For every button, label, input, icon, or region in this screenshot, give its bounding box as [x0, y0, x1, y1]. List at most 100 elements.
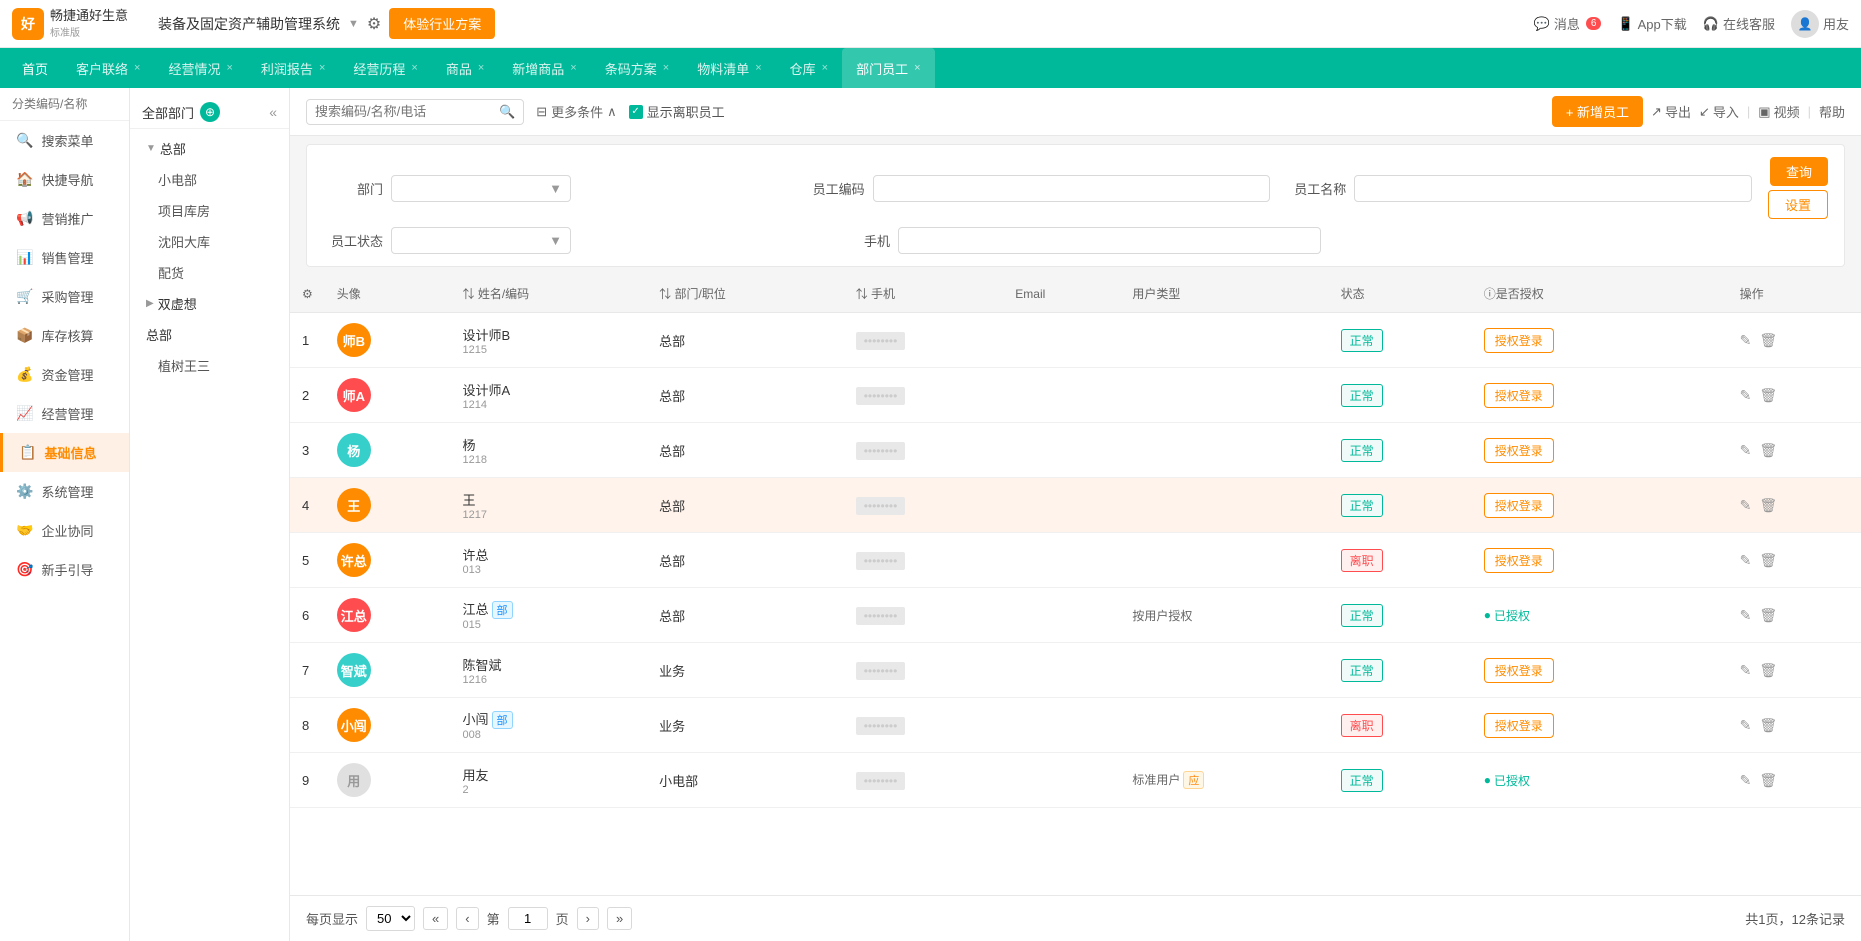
- sidebar-item-stock[interactable]: 📦库存核算: [0, 316, 129, 355]
- emp-status-select[interactable]: ▼: [391, 227, 571, 254]
- edit-icon[interactable]: ✎: [1740, 442, 1752, 459]
- tree-node-headquarters-parent[interactable]: ▼ 总部: [130, 133, 289, 164]
- sidebar-search-input[interactable]: [12, 97, 130, 111]
- delete-icon[interactable]: 🗑: [1759, 497, 1777, 514]
- tab-add-goods[interactable]: 新增商品 ×: [498, 48, 590, 88]
- edit-icon[interactable]: ✎: [1740, 552, 1752, 569]
- sidebar-item-purchase[interactable]: 🛒采购管理: [0, 277, 129, 316]
- reset-button[interactable]: 设置: [1768, 190, 1828, 219]
- tab-barcode[interactable]: 条码方案 ×: [591, 48, 683, 88]
- system-dropdown-arrow[interactable]: ▼: [348, 18, 359, 30]
- search-icon[interactable]: 🔍: [499, 104, 515, 120]
- edit-icon[interactable]: ✎: [1740, 607, 1752, 624]
- col-name[interactable]: ⇅ 姓名/编码: [451, 275, 648, 313]
- sidebar-item-search[interactable]: 🔍搜索菜单: [0, 121, 129, 160]
- delete-icon[interactable]: 🗑: [1759, 442, 1777, 459]
- delete-icon[interactable]: 🗑: [1759, 552, 1777, 569]
- tree-node-dual[interactable]: ▶ 双虚想: [130, 288, 289, 319]
- tab-customer[interactable]: 客户联络 ×: [62, 48, 154, 88]
- export-btn[interactable]: ↗ 导出: [1651, 102, 1691, 121]
- auth-button[interactable]: 授权登录: [1484, 383, 1554, 408]
- tab-employees[interactable]: 部门员工 ×: [842, 48, 934, 88]
- sidebar-item-business[interactable]: 📈经营管理: [0, 394, 129, 433]
- close-icon[interactable]: ×: [478, 62, 484, 74]
- message-item[interactable]: 💬 消息 6: [1534, 14, 1602, 33]
- last-page-btn[interactable]: »: [607, 907, 632, 930]
- add-employee-button[interactable]: + 新增员工: [1552, 96, 1643, 127]
- tree-node-hq[interactable]: 总部: [130, 319, 289, 350]
- sidebar-item-marketing[interactable]: 📢营销推广: [0, 199, 129, 238]
- prev-page-btn[interactable]: ‹: [456, 907, 478, 930]
- tree-node-xiaodian[interactable]: 小电部: [142, 164, 289, 195]
- help-btn[interactable]: 帮助: [1819, 102, 1845, 121]
- app-download-item[interactable]: 📱 App下载: [1617, 14, 1686, 33]
- auth-button[interactable]: 授权登录: [1484, 713, 1554, 738]
- auth-button[interactable]: 授权登录: [1484, 328, 1554, 353]
- sidebar-item-basic[interactable]: 📋基础信息: [0, 433, 129, 472]
- tab-home[interactable]: 首页: [8, 48, 62, 88]
- close-icon[interactable]: ×: [134, 62, 140, 74]
- tab-bom[interactable]: 物料清单 ×: [683, 48, 775, 88]
- user-item[interactable]: 👤 用友: [1791, 10, 1849, 38]
- close-icon[interactable]: ×: [755, 62, 761, 74]
- close-icon[interactable]: ×: [663, 62, 669, 74]
- emp-code-input[interactable]: [873, 175, 1271, 202]
- show-resigned-toggle[interactable]: ✓ 显示离职员工: [629, 102, 725, 121]
- close-icon[interactable]: ×: [319, 62, 325, 74]
- delete-icon[interactable]: 🗑: [1759, 717, 1777, 734]
- sidebar-item-finance[interactable]: 💰资金管理: [0, 355, 129, 394]
- sidebar-item-nav[interactable]: 🏠快捷导航: [0, 160, 129, 199]
- phone-input[interactable]: [898, 227, 1321, 254]
- tab-warehouse[interactable]: 仓库 ×: [776, 48, 842, 88]
- edit-icon[interactable]: ✎: [1740, 497, 1752, 514]
- close-icon[interactable]: ×: [570, 62, 576, 74]
- query-button[interactable]: 查询: [1770, 157, 1828, 186]
- settings-icon[interactable]: ⚙: [367, 14, 381, 34]
- tab-goods[interactable]: 商品 ×: [432, 48, 498, 88]
- delete-icon[interactable]: 🗑: [1759, 662, 1777, 679]
- first-page-btn[interactable]: «: [423, 907, 448, 930]
- per-page-select[interactable]: 50: [366, 906, 415, 931]
- edit-icon[interactable]: ✎: [1740, 662, 1752, 679]
- tab-operation[interactable]: 经营情况 ×: [154, 48, 246, 88]
- more-filters-btn[interactable]: ⊟ 更多条件 ∧: [536, 102, 616, 121]
- tab-history[interactable]: 经营历程 ×: [339, 48, 431, 88]
- tree-node-shenyang[interactable]: 沈阳大库: [142, 226, 289, 257]
- auth-button[interactable]: 授权登录: [1484, 658, 1554, 683]
- tree-node-distribution[interactable]: 配货: [142, 257, 289, 288]
- auth-button[interactable]: 授权登录: [1484, 493, 1554, 518]
- trial-button[interactable]: 体验行业方案: [389, 8, 495, 39]
- emp-name-input[interactable]: [1354, 175, 1752, 202]
- view-btn[interactable]: ▣ 视频: [1758, 102, 1799, 121]
- delete-icon[interactable]: 🗑: [1759, 332, 1777, 349]
- sidebar-item-sales[interactable]: 📊销售管理: [0, 238, 129, 277]
- edit-icon[interactable]: ✎: [1740, 772, 1752, 789]
- online-service-item[interactable]: 🎧 在线客服: [1703, 14, 1775, 33]
- search-input[interactable]: [315, 104, 495, 119]
- import-btn[interactable]: ↙ 导入: [1699, 102, 1739, 121]
- tree-node-project[interactable]: 项目库房: [142, 195, 289, 226]
- auth-button[interactable]: 授权登录: [1484, 548, 1554, 573]
- close-icon[interactable]: ×: [226, 62, 232, 74]
- edit-icon[interactable]: ✎: [1740, 387, 1752, 404]
- tab-profit[interactable]: 利润报告 ×: [247, 48, 339, 88]
- edit-icon[interactable]: ✎: [1740, 332, 1752, 349]
- delete-icon[interactable]: 🗑: [1759, 607, 1777, 624]
- close-icon[interactable]: ×: [411, 62, 417, 74]
- col-dept[interactable]: ⇅ 部门/职位: [647, 275, 844, 313]
- edit-icon[interactable]: ✎: [1740, 717, 1752, 734]
- dept-select[interactable]: ▼: [391, 175, 571, 202]
- tree-node-planting[interactable]: 植树王三: [142, 350, 289, 381]
- sidebar-item-system[interactable]: ⚙️系统管理: [0, 472, 129, 511]
- next-page-btn[interactable]: ›: [577, 907, 599, 930]
- close-icon[interactable]: ×: [822, 62, 828, 74]
- close-icon-active[interactable]: ×: [914, 62, 920, 74]
- sidebar-item-collab[interactable]: 🤝企业协同: [0, 511, 129, 550]
- sidebar-item-guide[interactable]: 🎯新手引导: [0, 550, 129, 589]
- col-gear[interactable]: ⚙: [290, 275, 325, 313]
- col-phone[interactable]: ⇅ 手机: [844, 275, 1004, 313]
- auth-button[interactable]: 授权登录: [1484, 438, 1554, 463]
- delete-icon[interactable]: 🗑: [1759, 387, 1777, 404]
- delete-icon[interactable]: 🗑: [1759, 772, 1777, 789]
- page-input[interactable]: [508, 907, 548, 930]
